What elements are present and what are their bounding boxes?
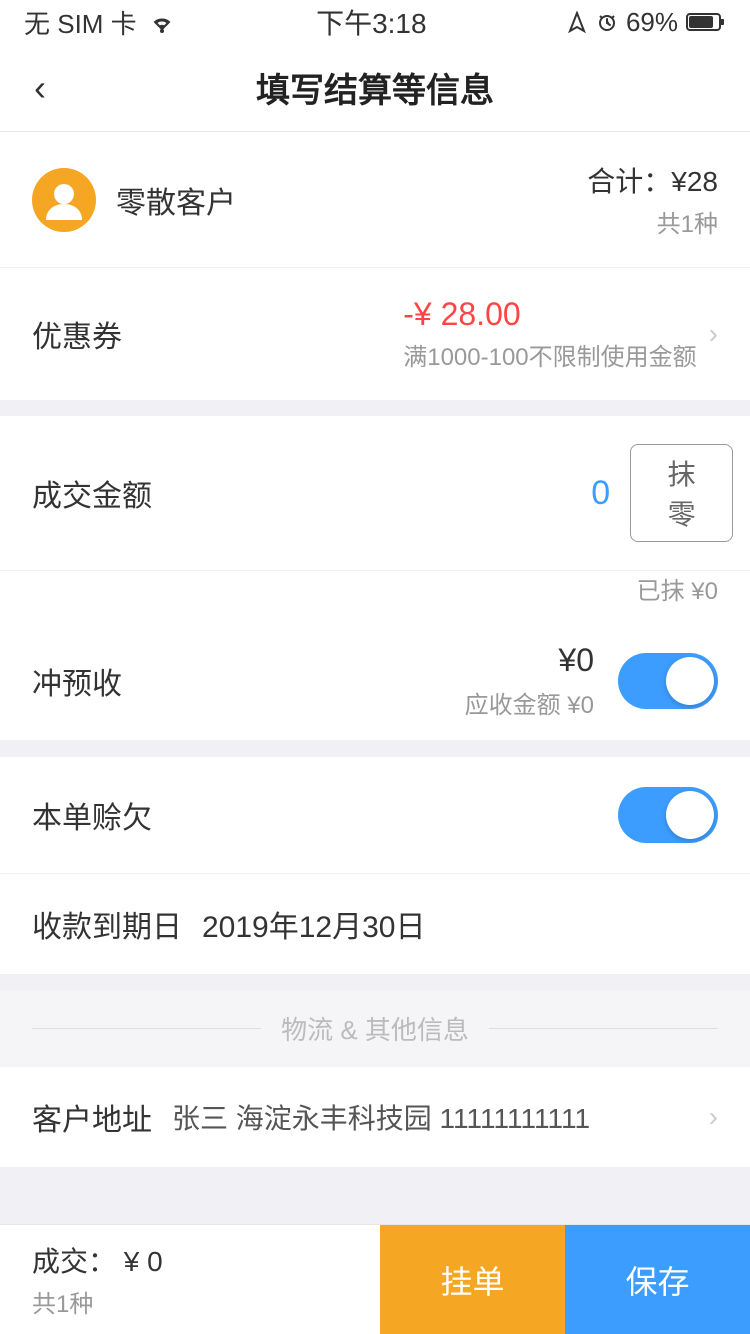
status-left: 无 SIM 卡 [24,4,177,41]
deal-amount-sub-row: 已抹 ¥0 [0,571,750,622]
status-bar: 无 SIM 卡 下午3:18 69% [0,0,750,44]
summary-count: 共1种 [32,1284,348,1319]
customer-name: 零散客户 [116,178,236,222]
coupon-row[interactable]: 优惠券 -¥ 28.00 满1000-100不限制使用金额 › [0,267,750,400]
prepay-row: 冲预收 ¥0 应收金额 ¥0 [0,622,750,741]
due-date-value: 2019年12月30日 [202,902,425,946]
logistics-label: 物流 & 其他信息 [281,1010,469,1047]
customer-card: 零散客户 合计：¥28 共1种 优惠券 -¥ 28.00 满1000-100不限… [0,132,750,400]
coupon-info: -¥ 28.00 满1000-100不限制使用金额 [403,296,696,372]
due-date-label: 收款到期日 [32,902,182,946]
customer-row: 零散客户 合计：¥28 共1种 [0,132,750,267]
divider-line-right [489,1028,718,1029]
bottom-bar: 成交： ¥ 0 共1种 挂单 保存 [0,1224,750,1334]
divider-line-left [32,1028,261,1029]
arrears-toggle-thumb [666,791,714,839]
location-icon [566,11,588,33]
deal-amount-sub: 已抹 ¥0 [637,578,718,605]
total-amount: 合计：¥28 [587,160,718,200]
address-label: 客户地址 [32,1095,152,1139]
arrears-row: 本单赊欠 [0,757,750,873]
coupon-chevron: › [709,318,718,350]
prepay-amount: ¥0 [558,642,594,679]
back-button[interactable]: ‹ [24,57,56,119]
coupon-right: -¥ 28.00 满1000-100不限制使用金额 › [403,296,718,372]
customer-total: 合计：¥28 共1种 [587,160,718,239]
alarm-icon [596,11,618,33]
summary-deal-label: 成交： [32,1246,116,1277]
summary-deal: 成交： ¥ 0 [32,1240,348,1280]
prepay-toggle[interactable] [618,653,718,709]
address-chevron: › [709,1101,718,1133]
deal-amount-row: 成交金额 抹零 [0,416,750,571]
prepay-amounts: ¥0 应收金额 ¥0 [465,642,594,720]
save-button[interactable]: 保存 [565,1225,750,1334]
address-value: 张三 海淀永丰科技园 11111111111 [172,1097,709,1137]
sim-status: 无 SIM 卡 [24,4,137,41]
avatar-icon [40,176,88,224]
deal-section: 成交金额 抹零 已抹 ¥0 冲预收 ¥0 应收金额 ¥0 [0,416,750,741]
deal-amount-input[interactable] [192,474,610,513]
deal-amount-label: 成交金额 [32,471,192,515]
address-row[interactable]: 客户地址 张三 海淀永丰科技园 11111111111 › [0,1067,750,1167]
nav-bar: ‹ 填写结算等信息 [0,44,750,132]
round-off-button[interactable]: 抹零 [630,444,733,542]
bottom-summary: 成交： ¥ 0 共1种 [0,1225,380,1334]
arrears-label: 本单赊欠 [32,793,152,837]
page-title: 填写结算等信息 [256,63,494,112]
coupon-desc: 满1000-100不限制使用金额 [403,337,696,372]
battery-percent: 69% [626,7,678,38]
prepay-sub: 应收金额 ¥0 [465,685,594,720]
total-count: 共1种 [587,204,718,239]
due-date-row: 收款到期日 2019年12月30日 [0,873,750,974]
summary-deal-amount: ¥ 0 [124,1246,163,1277]
prepay-toggle-thumb [666,657,714,705]
content: 零散客户 合计：¥28 共1种 优惠券 -¥ 28.00 满1000-100不限… [0,132,750,1303]
wifi-icon [147,11,177,33]
logistics-section: 物流 & 其他信息 客户地址 张三 海淀永丰科技园 11111111111 › [0,990,750,1167]
battery-icon [686,11,726,33]
customer-left: 零散客户 [32,168,236,232]
coupon-amount: -¥ 28.00 [403,296,696,333]
arrears-section: 本单赊欠 收款到期日 2019年12月30日 [0,757,750,974]
prepay-label: 冲预收 [32,659,192,703]
status-time: 下午3:18 [316,2,427,42]
avatar [32,168,96,232]
arrears-toggle[interactable] [618,787,718,843]
status-right: 69% [566,7,726,38]
prepay-right: ¥0 应收金额 ¥0 [465,642,718,720]
coupon-label: 优惠券 [32,312,122,356]
deal-amount-right: 抹零 [192,444,733,542]
logistics-divider: 物流 & 其他信息 [0,990,750,1067]
hold-button[interactable]: 挂单 [380,1225,565,1334]
